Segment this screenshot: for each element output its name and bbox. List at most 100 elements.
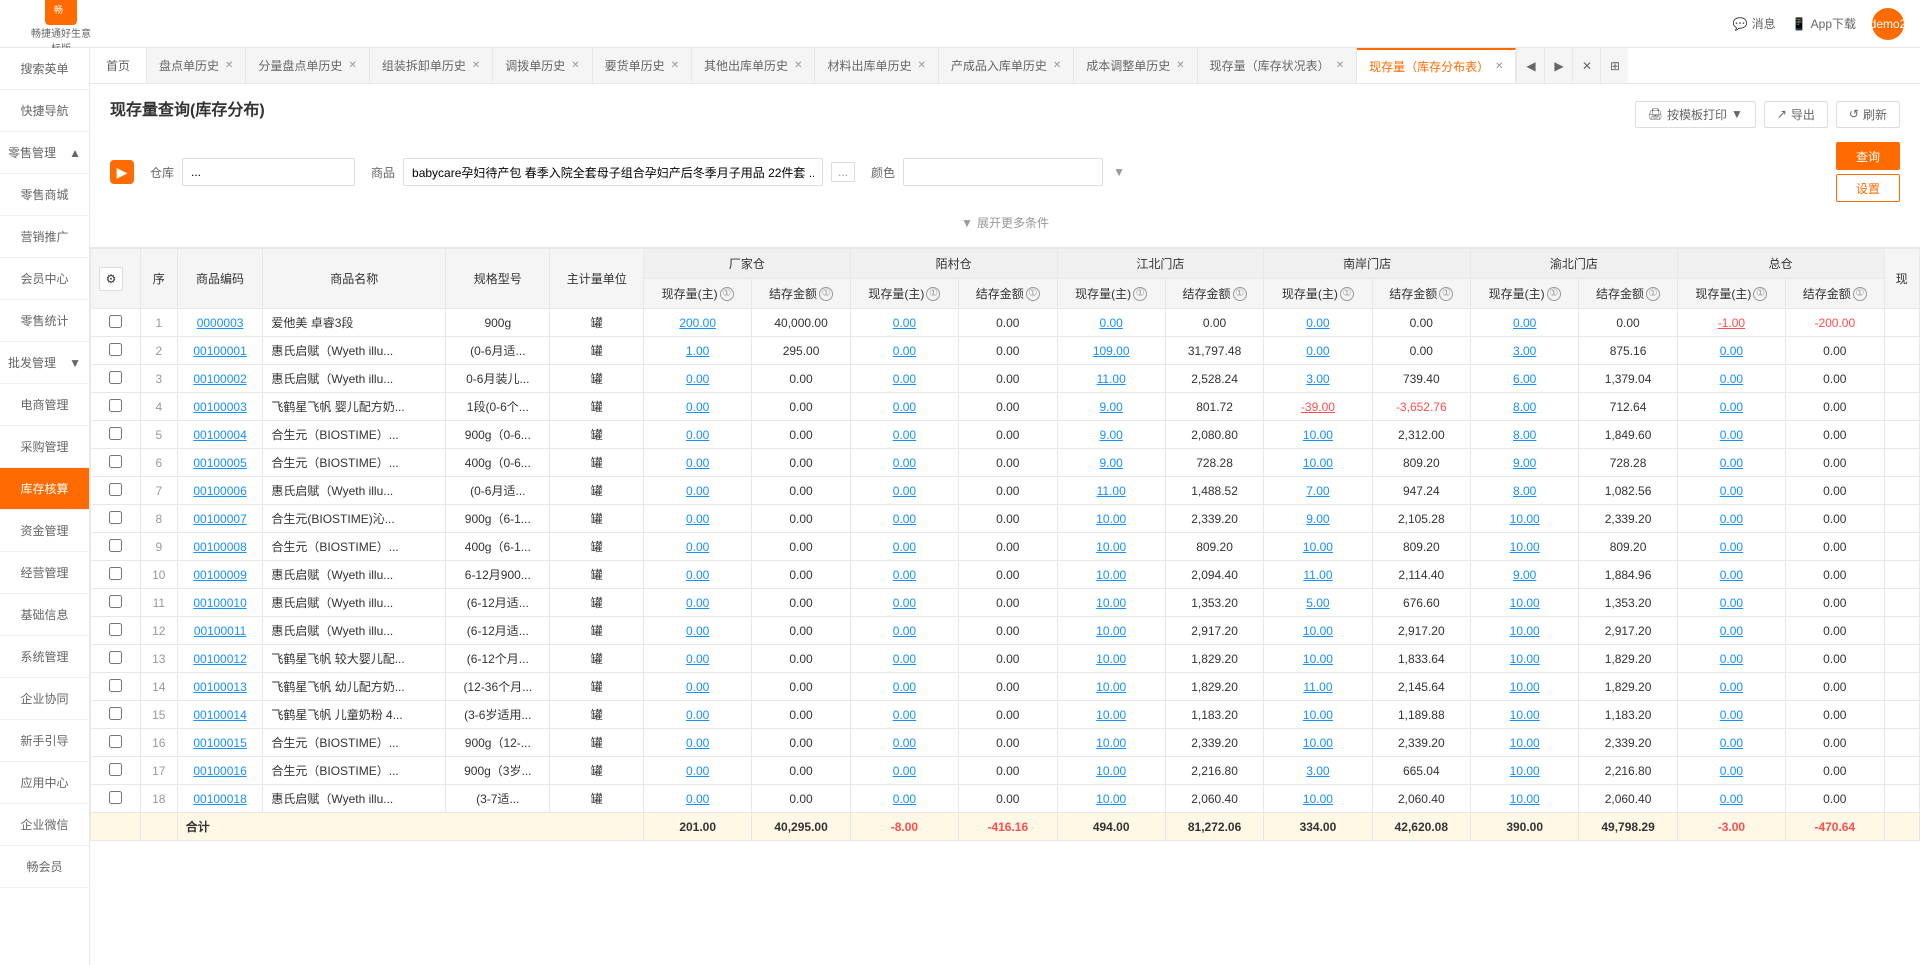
tab-other-out[interactable]: 其他出库单历史 ✕ (692, 48, 815, 84)
setting-btn[interactable]: 设置 (1836, 174, 1900, 202)
tab-requisition[interactable]: 要货单历史 ✕ (593, 48, 692, 84)
query-btn[interactable]: 查询 (1836, 142, 1900, 170)
row-yubei-qty[interactable]: 10.00 (1471, 533, 1579, 561)
row-nanan-qty[interactable]: 10.00 (1264, 533, 1372, 561)
goods-input[interactable] (403, 158, 823, 186)
settings-icon[interactable]: ⚙ (99, 267, 123, 291)
row-code[interactable]: 00100005 (177, 449, 263, 477)
tab-current-stock[interactable]: 现存量（库存状况表） ✕ (1198, 48, 1357, 84)
jiangbei-amt-info[interactable]: ① (1233, 287, 1247, 301)
row-jiangbei-qty[interactable]: 0.00 (1057, 309, 1165, 337)
row-total-qty[interactable]: 0.00 (1677, 589, 1785, 617)
row-checkbox-cell[interactable] (91, 533, 141, 561)
row-nanan-qty[interactable]: 11.00 (1264, 673, 1372, 701)
row-village-qty[interactable]: 0.00 (850, 393, 958, 421)
tab-material-out[interactable]: 材料出库单历史 ✕ (815, 48, 938, 84)
row-yubei-qty[interactable]: 10.00 (1471, 505, 1579, 533)
row-checkbox[interactable] (109, 707, 122, 720)
row-jiangbei-qty[interactable]: 10.00 (1057, 645, 1165, 673)
row-nanan-qty[interactable]: 0.00 (1264, 337, 1372, 365)
sidebar-item-quick-nav[interactable]: 快捷导航 (0, 90, 89, 132)
row-jiangbei-qty[interactable]: 10.00 (1057, 617, 1165, 645)
sidebar-item-search-hero[interactable]: 搜索英单 (0, 48, 89, 90)
tab-transfer[interactable]: 调拨单历史 ✕ (493, 48, 592, 84)
tab-close-inventory-count[interactable]: ✕ (225, 60, 233, 71)
col-settings[interactable]: ⚙ (91, 249, 141, 309)
sidebar-item-enterprise-wechat[interactable]: 企业微信 (0, 804, 89, 846)
sidebar-item-purchase[interactable]: 采购管理 (0, 426, 89, 468)
app-download-btn[interactable]: 📱 App下载 (1792, 15, 1856, 32)
row-jiangbei-qty[interactable]: 9.00 (1057, 393, 1165, 421)
row-village-qty[interactable]: 0.00 (850, 729, 958, 757)
factory-qty-info[interactable]: ① (720, 287, 734, 301)
yubei-qty-info[interactable]: ① (1547, 287, 1561, 301)
row-jiangbei-qty[interactable]: 10.00 (1057, 589, 1165, 617)
row-yubei-qty[interactable]: 10.00 (1471, 589, 1579, 617)
tab-inventory-count[interactable]: 盘点单历史 ✕ (147, 48, 246, 84)
row-village-qty[interactable]: 0.00 (850, 309, 958, 337)
total-amt-info[interactable]: ① (1853, 287, 1867, 301)
tab-home[interactable]: 首页 (90, 48, 147, 84)
total-qty-info[interactable]: ① (1753, 287, 1767, 301)
row-total-qty[interactable]: 0.00 (1677, 477, 1785, 505)
row-nanan-qty[interactable]: 10.00 (1264, 729, 1372, 757)
row-nanan-qty[interactable]: 3.00 (1264, 365, 1372, 393)
sidebar-item-ecommerce[interactable]: 电商管理 (0, 384, 89, 426)
row-village-qty[interactable]: 0.00 (850, 785, 958, 813)
row-village-qty[interactable]: 0.00 (850, 617, 958, 645)
row-code[interactable]: 00100012 (177, 645, 263, 673)
sidebar-item-guide[interactable]: 新手引导 (0, 720, 89, 762)
row-checkbox[interactable] (109, 343, 122, 356)
row-checkbox-cell[interactable] (91, 757, 141, 785)
row-jiangbei-qty[interactable]: 11.00 (1057, 477, 1165, 505)
sidebar-item-retail-mall[interactable]: 零售商城 (0, 174, 89, 216)
row-factory-qty[interactable]: 0.00 (644, 533, 752, 561)
tab-sub-inventory-count[interactable]: 分量盘点单历史 ✕ (246, 48, 369, 84)
tab-close-stock-dist[interactable]: ✕ (1495, 61, 1503, 72)
row-factory-qty[interactable]: 0.00 (644, 561, 752, 589)
sidebar-item-operations[interactable]: 经营管理 (0, 552, 89, 594)
row-total-qty[interactable]: 0.00 (1677, 365, 1785, 393)
row-checkbox-cell[interactable] (91, 365, 141, 393)
row-factory-qty[interactable]: 0.00 (644, 365, 752, 393)
row-yubei-qty[interactable]: 8.00 (1471, 421, 1579, 449)
row-village-qty[interactable]: 0.00 (850, 589, 958, 617)
sidebar-item-system[interactable]: 系统管理 (0, 636, 89, 678)
row-code[interactable]: 00100006 (177, 477, 263, 505)
row-checkbox-cell[interactable] (91, 561, 141, 589)
row-code[interactable]: 00100018 (177, 785, 263, 813)
row-code[interactable]: 00100001 (177, 337, 263, 365)
row-total-qty[interactable]: 0.00 (1677, 673, 1785, 701)
row-village-qty[interactable]: 0.00 (850, 645, 958, 673)
village-qty-info[interactable]: ① (926, 287, 940, 301)
sidebar-item-app-center[interactable]: 应用中心 (0, 762, 89, 804)
row-total-qty[interactable]: 0.00 (1677, 701, 1785, 729)
row-code[interactable]: 00100010 (177, 589, 263, 617)
row-total-qty[interactable]: -1.00 (1677, 309, 1785, 337)
row-code[interactable]: 00100016 (177, 757, 263, 785)
row-jiangbei-qty[interactable]: 10.00 (1057, 561, 1165, 589)
row-checkbox[interactable] (109, 567, 122, 580)
row-code[interactable]: 00100011 (177, 617, 263, 645)
refresh-btn[interactable]: ↺ 刷新 (1836, 101, 1900, 128)
village-amt-info[interactable]: ① (1026, 287, 1040, 301)
row-checkbox-cell[interactable] (91, 785, 141, 813)
sidebar-item-enterprise[interactable]: 企业协同 (0, 678, 89, 720)
nanan-qty-info[interactable]: ① (1340, 287, 1354, 301)
row-yubei-qty[interactable]: 10.00 (1471, 617, 1579, 645)
row-yubei-qty[interactable]: 9.00 (1471, 449, 1579, 477)
row-code[interactable]: 00100007 (177, 505, 263, 533)
row-factory-qty[interactable]: 0.00 (644, 757, 752, 785)
row-checkbox[interactable] (109, 427, 122, 440)
sidebar-item-finance[interactable]: 资金管理 (0, 510, 89, 552)
row-jiangbei-qty[interactable]: 11.00 (1057, 365, 1165, 393)
row-checkbox-cell[interactable] (91, 449, 141, 477)
sidebar-item-basic-info[interactable]: 基础信息 (0, 594, 89, 636)
goods-more-btn[interactable]: ... (831, 162, 855, 182)
row-factory-qty[interactable]: 0.00 (644, 673, 752, 701)
row-factory-qty[interactable]: 0.00 (644, 729, 752, 757)
row-checkbox[interactable] (109, 763, 122, 776)
row-village-qty[interactable]: 0.00 (850, 477, 958, 505)
row-checkbox-cell[interactable] (91, 617, 141, 645)
sidebar-item-retail-mgmt[interactable]: 零售管理 ▲ (0, 132, 89, 174)
